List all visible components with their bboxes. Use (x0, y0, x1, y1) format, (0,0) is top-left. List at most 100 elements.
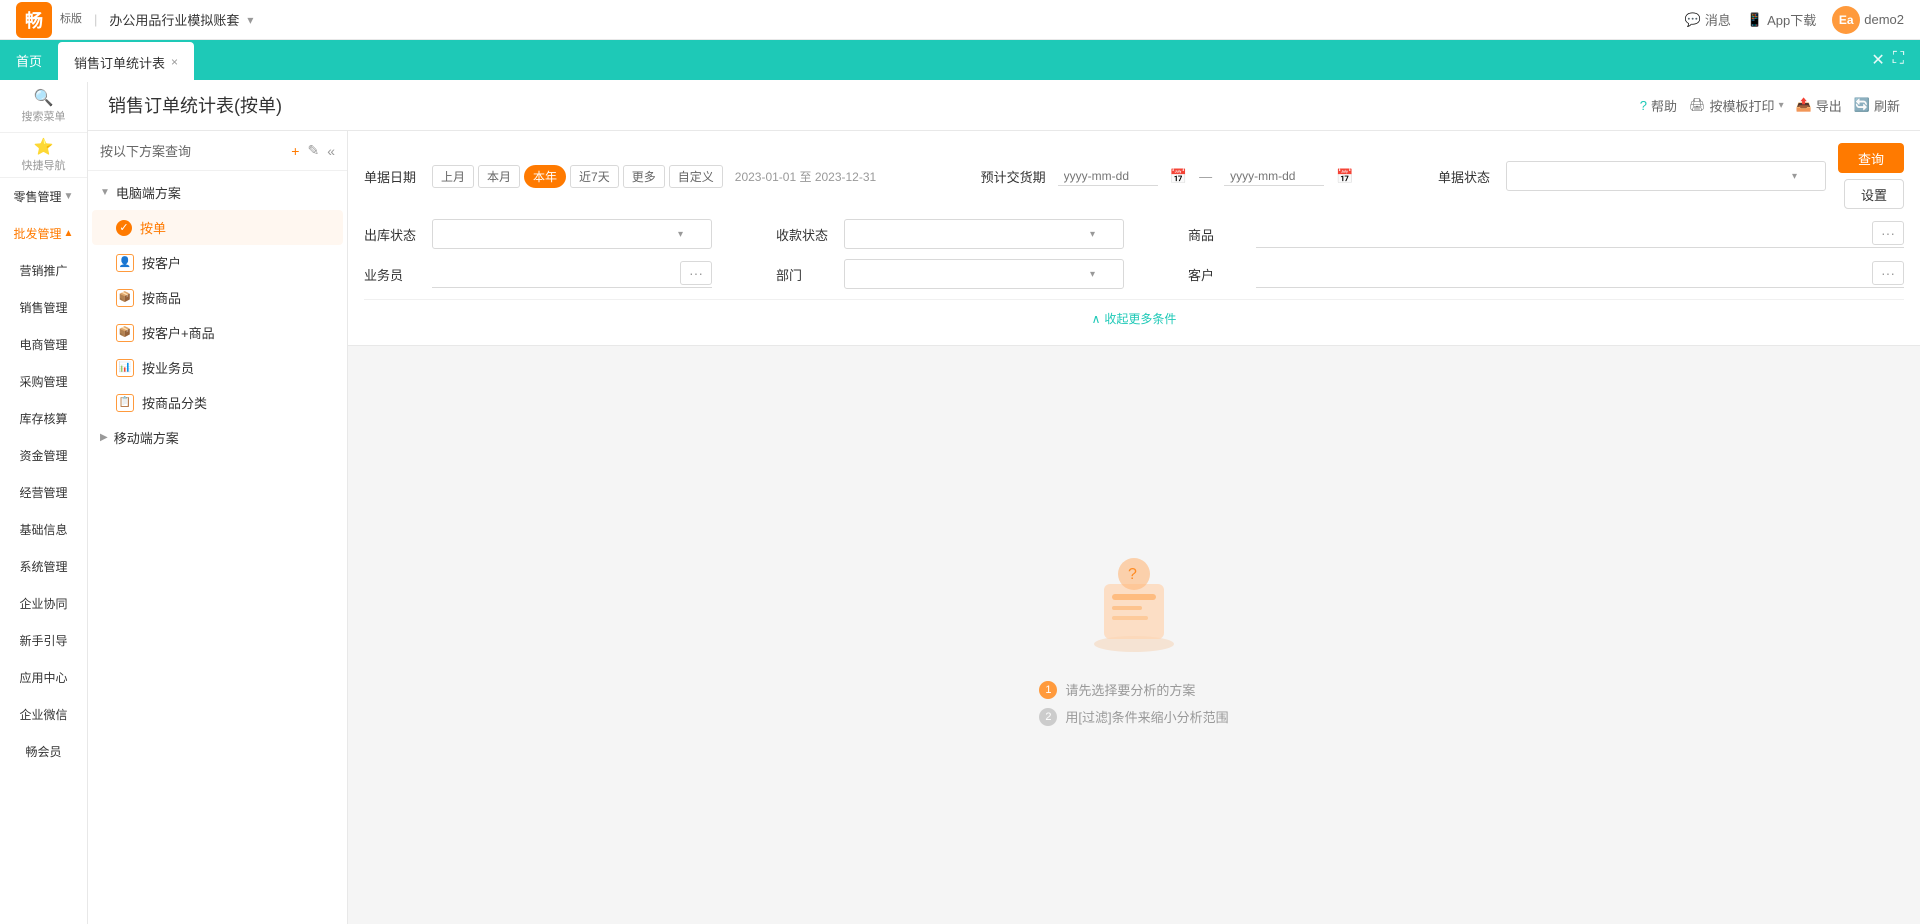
scheme-icon-bycustomer: 👤 (116, 254, 134, 272)
app-download-btn[interactable]: 📱 App下载 (1747, 10, 1816, 29)
empty-illustration: ? (1074, 544, 1194, 664)
sidebar-item-basic[interactable]: 基础信息 (0, 511, 87, 548)
filter-row-2: 出库状态 ▾ 收款状态 ▾ 商品 (364, 219, 1904, 249)
sidebar-search[interactable]: 🔍 搜索菜单 (0, 80, 87, 133)
filter-row-1: 单据日期 上月 本月 本年 近7天 更多 自定义 2023-01-01 至 20… (364, 143, 1904, 209)
empty-state: ? 1 请先选择要分析的方案 2 用[过滤]条件来缩小分析范围 (1039, 544, 1228, 726)
scheme-icon-bysalesperson: 📊 (116, 359, 134, 377)
sidebar-item-member[interactable]: 畅会员 (0, 733, 87, 770)
scheme-group-desktop[interactable]: ▼ 电脑端方案 (88, 175, 347, 210)
message-btn[interactable]: 💬 消息 (1685, 10, 1731, 29)
scheme-icon-byorder: ✓ (116, 220, 132, 236)
date-btn-custom[interactable]: 自定义 (669, 165, 723, 188)
avatar: Ea (1832, 6, 1860, 34)
status-select-chevron: ▾ (1792, 171, 1797, 182)
filter-row-3: 业务员 ··· 部门 ▾ 客户 (364, 259, 1904, 289)
sidebar-quick-nav[interactable]: ⭐ 快捷导航 (0, 133, 87, 178)
status-select[interactable]: ▾ (1506, 161, 1826, 191)
add-scheme-btn[interactable]: + (291, 143, 299, 159)
ship-status-label: 出库状态 (364, 225, 420, 244)
goods-dots-btn[interactable]: ··· (1872, 221, 1904, 245)
tab-close-icon[interactable]: × (171, 55, 178, 69)
page-header: 销售订单统计表(按单) ? 帮助 🖨 按模板打印 ▾ 📤 导出 🔄 刷新 (88, 80, 1920, 131)
sidebar-item-ecommerce[interactable]: 电商管理 (0, 326, 87, 363)
scheme-group-mobile[interactable]: ▶ 移动端方案 (88, 420, 347, 455)
salesperson-label: 业务员 (364, 265, 420, 284)
sidebar-item-system[interactable]: 系统管理 (0, 548, 87, 585)
query-btn[interactable]: 查询 (1838, 143, 1904, 173)
sidebar: 🔍 搜索菜单 ⭐ 快捷导航 零售管理 ▼ 批发管理 ▲ 营销推广 销售管理 电商… (0, 80, 88, 924)
collapse-bar: ∧ 收起更多条件 (364, 299, 1904, 333)
sidebar-item-sales[interactable]: 销售管理 (0, 289, 87, 326)
export-btn[interactable]: 📤 导出 (1796, 96, 1842, 115)
top-bar-left: 畅 标版 | 办公用品行业模拟账套 ▾ (16, 2, 253, 38)
expected-date-end[interactable] (1224, 167, 1324, 186)
department-select[interactable]: ▾ (844, 259, 1124, 289)
empty-tips: 1 请先选择要分析的方案 2 用[过滤]条件来缩小分析范围 (1039, 680, 1228, 726)
scheme-item-bycustomergoods[interactable]: 📦 按客户+商品 (92, 315, 343, 350)
collapse-panel-btn[interactable]: « (327, 143, 335, 159)
help-btn[interactable]: ? 帮助 (1640, 96, 1677, 115)
date-btn-last-month[interactable]: 上月 (432, 165, 474, 188)
scheme-icon-bygoodscategory: 📋 (116, 394, 134, 412)
scheme-item-bysalesperson[interactable]: 📊 按业务员 (92, 350, 343, 385)
date-btn-this-month[interactable]: 本月 (478, 165, 520, 188)
scheme-item-bygoods[interactable]: 📦 按商品 (92, 280, 343, 315)
export-icon: 📤 (1796, 97, 1812, 113)
sidebar-item-retail[interactable]: 零售管理 ▼ (0, 178, 87, 215)
expected-date-start[interactable] (1058, 167, 1158, 186)
left-panel-title: 按以下方案查询 (100, 141, 191, 160)
date-btn-more[interactable]: 更多 (623, 165, 665, 188)
sidebar-item-inventory[interactable]: 库存核算 (0, 400, 87, 437)
sidebar-item-purchase[interactable]: 采购管理 (0, 363, 87, 400)
window-expand-btn[interactable]: ⛶ (1893, 50, 1904, 70)
date-btn-this-year[interactable]: 本年 (524, 165, 566, 188)
right-panel: 单据日期 上月 本月 本年 近7天 更多 自定义 2023-01-01 至 20… (348, 131, 1920, 924)
settings-btn[interactable]: 设置 (1844, 179, 1904, 209)
tab-bar: 首页 销售订单统计表 × ✕ ⛶ (0, 40, 1920, 80)
user-profile[interactable]: Ea demo2 (1832, 6, 1904, 34)
calendar-start-icon[interactable]: 📅 (1170, 168, 1187, 185)
sidebar-item-marketing[interactable]: 营销推广 (0, 252, 87, 289)
sidebar-item-appcenter[interactable]: 应用中心 (0, 659, 87, 696)
group-label-desktop: 电脑端方案 (116, 183, 181, 202)
date-btn-7days[interactable]: 近7天 (570, 165, 619, 188)
group-arrow-desktop: ▼ (100, 187, 110, 198)
calendar-end-icon[interactable]: 📅 (1336, 168, 1353, 185)
sidebar-item-guide[interactable]: 新手引导 (0, 622, 87, 659)
department-label: 部门 (776, 265, 832, 284)
group-arrow-mobile: ▶ (100, 432, 108, 443)
status-label: 单据状态 (1438, 167, 1494, 186)
left-panel: 按以下方案查询 + ✎ « ▼ 电脑端方案 ✓ 按单 (88, 131, 348, 924)
main-layout: 🔍 搜索菜单 ⭐ 快捷导航 零售管理 ▼ 批发管理 ▲ 营销推广 销售管理 电商… (0, 80, 1920, 924)
results-area: ? 1 请先选择要分析的方案 2 用[过滤]条件来缩小分析范围 (348, 346, 1920, 924)
scheme-item-bycustomer[interactable]: 👤 按客户 (92, 245, 343, 280)
brand-subtitle: 标版 (60, 13, 82, 26)
refresh-icon: 🔄 (1854, 97, 1870, 113)
left-panel-header: 按以下方案查询 + ✎ « (88, 131, 347, 171)
sidebar-item-wholesale[interactable]: 批发管理 ▲ (0, 215, 87, 252)
print-icon: 🖨 (1689, 97, 1706, 113)
workspace-dropdown-icon[interactable]: ▾ (247, 13, 253, 27)
sidebar-item-operations[interactable]: 经营管理 (0, 474, 87, 511)
print-dropdown-icon: ▾ (1779, 100, 1784, 111)
date-range-display: 2023-01-01 至 2023-12-31 (735, 168, 876, 185)
edit-scheme-btn[interactable]: ✎ (307, 142, 319, 159)
ship-status-select[interactable]: ▾ (432, 219, 712, 249)
print-btn[interactable]: 🖨 按模板打印 ▾ (1689, 96, 1784, 115)
svg-text:?: ? (1128, 566, 1137, 583)
customer-dots-btn[interactable]: ··· (1872, 261, 1904, 285)
salesperson-dots-btn[interactable]: ··· (680, 261, 712, 285)
sidebar-item-enterprise[interactable]: 企业协同 (0, 585, 87, 622)
tab-home[interactable]: 首页 (0, 40, 58, 80)
sidebar-item-finance[interactable]: 资金管理 (0, 437, 87, 474)
refresh-btn[interactable]: 🔄 刷新 (1854, 96, 1900, 115)
sidebar-item-corpwechat[interactable]: 企业微信 (0, 696, 87, 733)
pay-status-select[interactable]: ▾ (844, 219, 1124, 249)
window-close-btn[interactable]: ✕ (1871, 50, 1884, 70)
collapse-btn[interactable]: ∧ 收起更多条件 (364, 304, 1904, 333)
tab-sales-order[interactable]: 销售订单统计表 × (58, 42, 194, 82)
scheme-item-bygoodscategory[interactable]: 📋 按商品分类 (92, 385, 343, 420)
pay-status-chevron: ▾ (1090, 229, 1095, 240)
scheme-item-byorder[interactable]: ✓ 按单 (92, 210, 343, 245)
